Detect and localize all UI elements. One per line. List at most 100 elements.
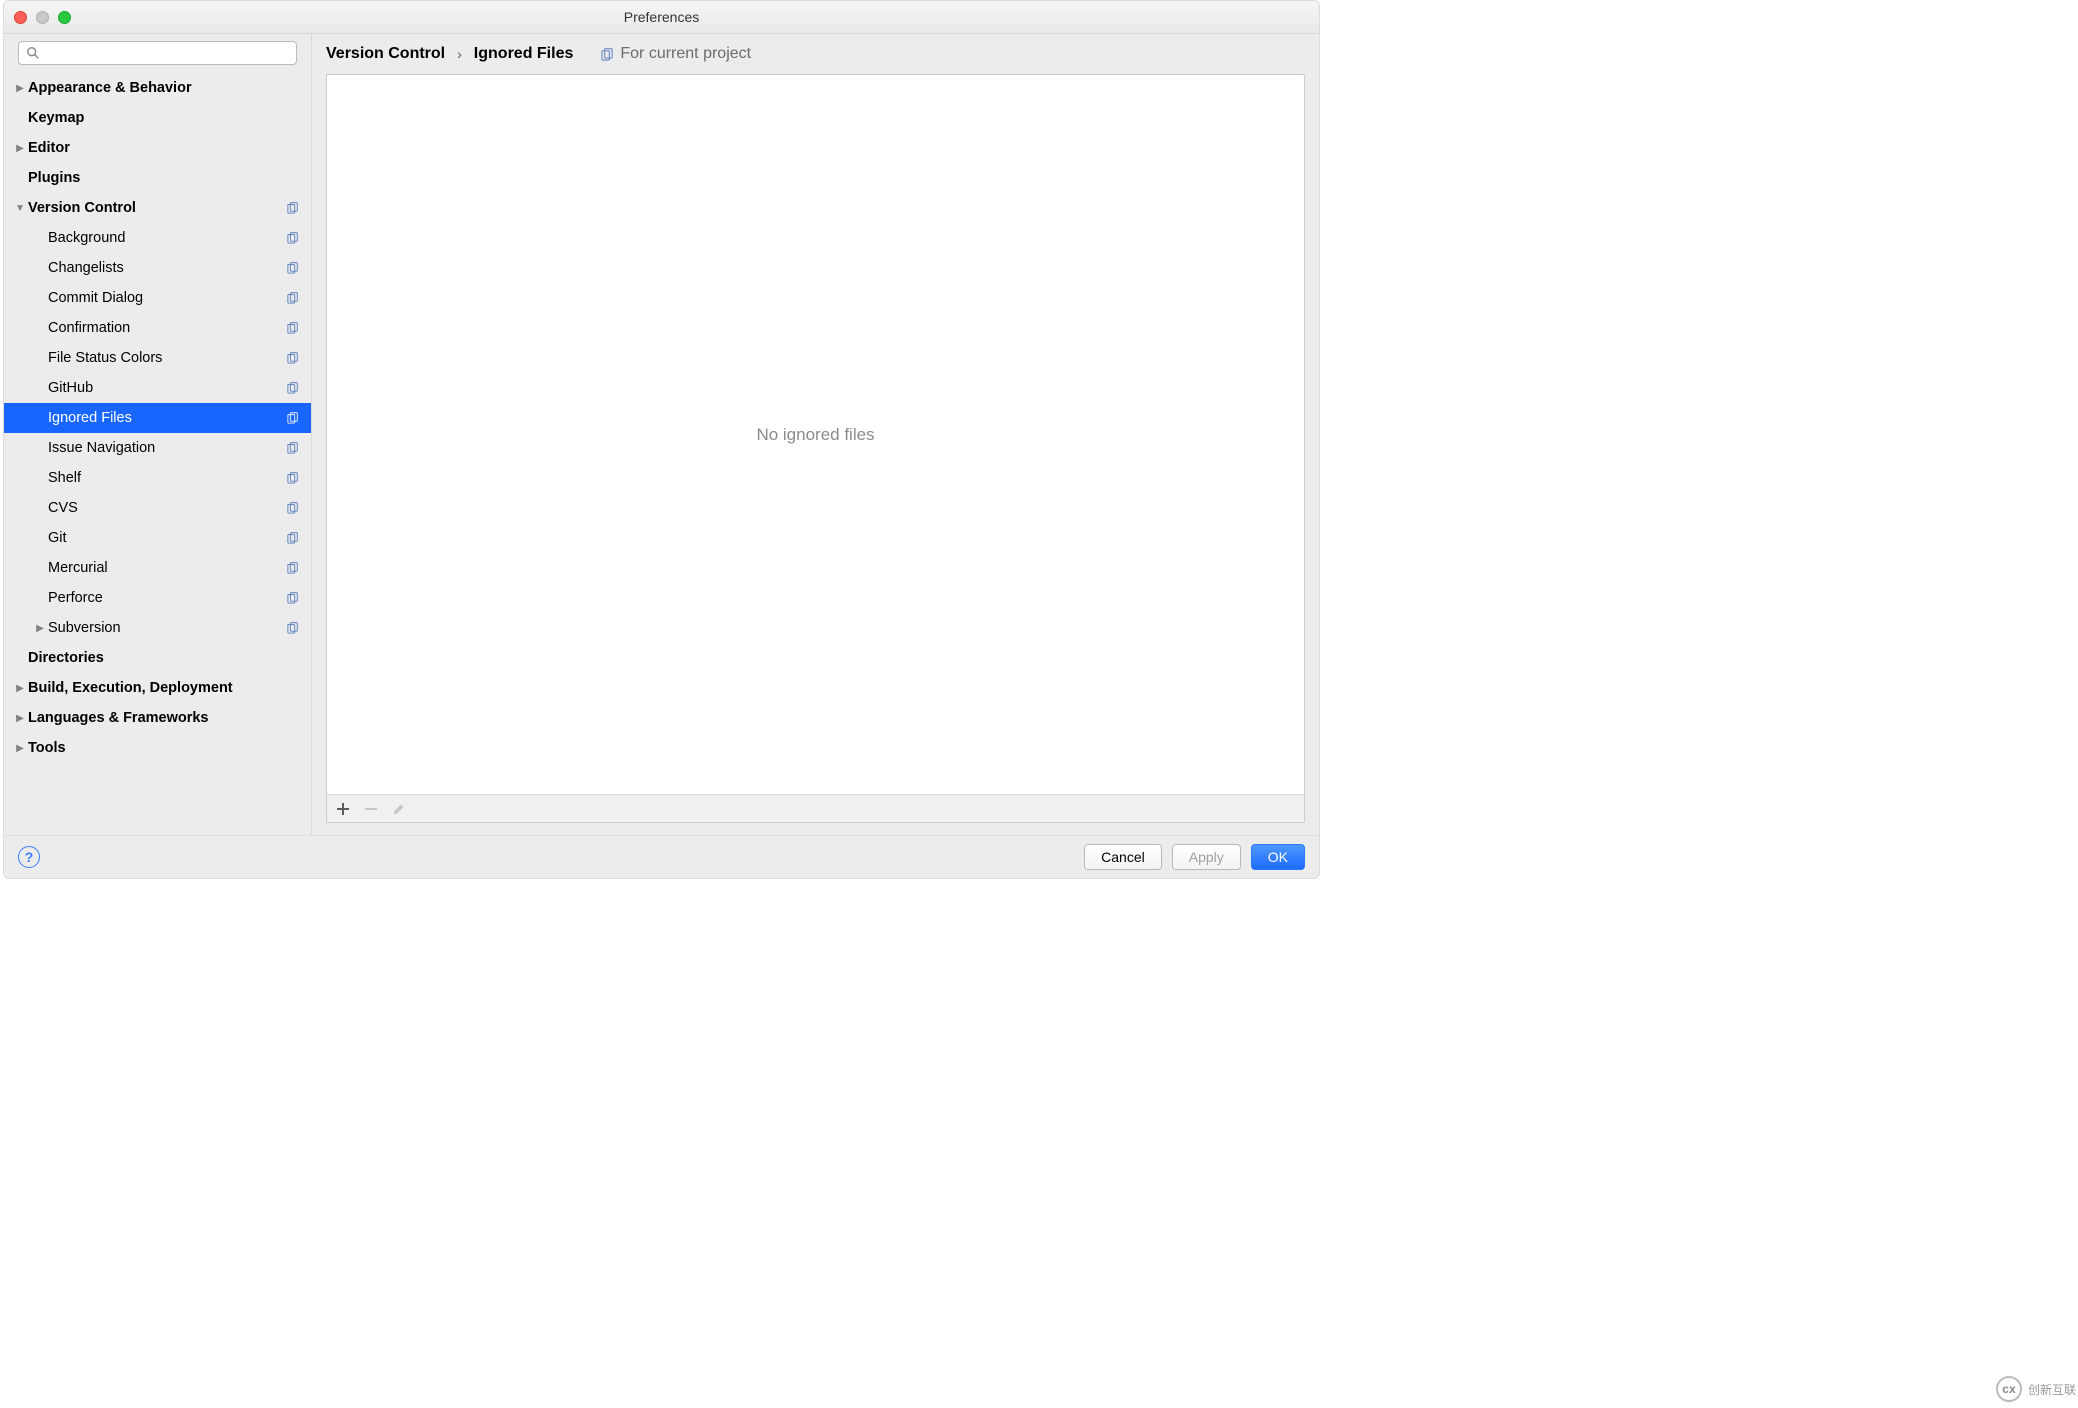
sidebar-item-label: Perforce [4,590,287,606]
minus-icon [364,802,378,816]
sidebar-item-label: File Status Colors [4,350,287,366]
sidebar-item[interactable]: Keymap [4,103,311,133]
watermark-text: 创新互联 [2028,1381,2076,1398]
sidebar-item-label: Subversion [48,620,287,636]
sidebar-item[interactable]: Ignored Files [4,403,311,433]
sidebar-item-label: Directories [4,650,287,666]
sidebar-item-label: Background [4,230,287,246]
sidebar-item-label: Changelists [4,260,287,276]
breadcrumb-current: Ignored Files [474,45,574,63]
sidebar-item[interactable]: Directories [4,643,311,673]
sidebar-item[interactable]: Changelists [4,253,311,283]
help-button[interactable]: ? [18,846,40,868]
empty-state-text: No ignored files [756,425,874,445]
sidebar-item[interactable]: Background [4,223,311,253]
settings-sidebar: ▶Appearance & BehaviorKeymap▶EditorPlugi… [4,34,312,835]
dialog-footer: ? Cancel Apply OK [4,835,1319,878]
close-window-button[interactable] [14,11,27,24]
zoom-window-button[interactable] [58,11,71,24]
project-scope-icon [287,622,311,634]
sidebar-item-label: Commit Dialog [4,290,287,306]
search-input[interactable] [18,41,297,65]
project-scope-icon [287,412,311,424]
sidebar-item[interactable]: Mercurial [4,553,311,583]
plus-icon [336,802,350,816]
breadcrumb: Version Control › Ignored Files For curr… [312,34,1319,74]
preferences-window: Preferences ▶Appearance & BehaviorKeymap… [3,0,1320,879]
titlebar: Preferences [4,1,1319,34]
add-button[interactable] [331,798,355,820]
list-toolbar [327,794,1304,822]
project-scope-icon [287,442,311,454]
sidebar-item-label: Editor [28,140,287,156]
sidebar-item[interactable]: ▶Languages & Frameworks [4,703,311,733]
sidebar-item[interactable]: Git [4,523,311,553]
sidebar-item-label: Appearance & Behavior [28,80,287,96]
sidebar-item[interactable]: Confirmation [4,313,311,343]
sidebar-item-label: Plugins [4,170,287,186]
project-scope-icon [287,592,311,604]
content-pane: Version Control › Ignored Files For curr… [312,34,1319,835]
sidebar-item-label: Tools [28,740,287,756]
sidebar-item-label: Issue Navigation [4,440,287,456]
apply-button: Apply [1172,844,1241,870]
sidebar-item[interactable]: Issue Navigation [4,433,311,463]
scope-label: For current project [601,45,751,63]
ok-button[interactable]: OK [1251,844,1305,870]
sidebar-item-label: Build, Execution, Deployment [28,680,287,696]
project-scope-icon [287,352,311,364]
sidebar-item[interactable]: ▶Appearance & Behavior [4,73,311,103]
pencil-icon [392,802,406,816]
project-scope-icon [287,562,311,574]
watermark-logo: cx [1996,1376,2022,1402]
project-scope-icon [287,502,311,514]
window-controls [14,11,71,24]
sidebar-item[interactable]: ▶Tools [4,733,311,763]
sidebar-item-label: Languages & Frameworks [28,710,287,726]
project-scope-icon [287,292,311,304]
settings-tree[interactable]: ▶Appearance & BehaviorKeymap▶EditorPlugi… [4,70,311,835]
sidebar-item-label: Shelf [4,470,287,486]
ignored-files-list[interactable]: No ignored files [327,75,1304,794]
sidebar-item[interactable]: ▶Editor [4,133,311,163]
dialog-body: ▶Appearance & BehaviorKeymap▶EditorPlugi… [4,34,1319,835]
sidebar-item-label: Ignored Files [4,410,287,426]
project-scope-icon [287,472,311,484]
project-scope-icon [287,202,311,214]
chevron-right-icon[interactable]: ▶ [12,83,28,94]
scope-text: For current project [620,45,751,63]
sidebar-item-label: Keymap [4,110,287,126]
project-scope-icon [287,382,311,394]
project-scope-icon [287,232,311,244]
cancel-button[interactable]: Cancel [1084,844,1162,870]
breadcrumb-parent[interactable]: Version Control [326,45,445,63]
project-scope-icon [287,322,311,334]
sidebar-item[interactable]: CVS [4,493,311,523]
watermark: cx 创新互联 [1996,1376,2076,1402]
sidebar-item[interactable]: ▶Subversion [4,613,311,643]
chevron-right-icon[interactable]: ▶ [12,143,28,154]
sidebar-item-label: Mercurial [4,560,287,576]
sidebar-item[interactable]: File Status Colors [4,343,311,373]
chevron-down-icon[interactable]: ▼ [12,203,28,214]
sidebar-item[interactable]: Shelf [4,463,311,493]
sidebar-item[interactable]: ▶Build, Execution, Deployment [4,673,311,703]
sidebar-item[interactable]: ▼Version Control [4,193,311,223]
sidebar-item-label: Git [4,530,287,546]
sidebar-item[interactable]: Perforce [4,583,311,613]
sidebar-item[interactable]: Plugins [4,163,311,193]
sidebar-item[interactable]: Commit Dialog [4,283,311,313]
sidebar-item-label: Version Control [28,200,287,216]
chevron-right-icon[interactable]: ▶ [12,683,28,694]
edit-button [387,798,411,820]
project-scope-icon [287,532,311,544]
window-title: Preferences [4,9,1319,25]
chevron-right-icon[interactable]: ▶ [32,623,48,634]
minimize-window-button[interactable] [36,11,49,24]
sidebar-item[interactable]: GitHub [4,373,311,403]
search-wrap [4,34,311,70]
chevron-right-icon: › [457,46,462,62]
project-scope-icon [287,262,311,274]
chevron-right-icon[interactable]: ▶ [12,743,28,754]
chevron-right-icon[interactable]: ▶ [12,713,28,724]
